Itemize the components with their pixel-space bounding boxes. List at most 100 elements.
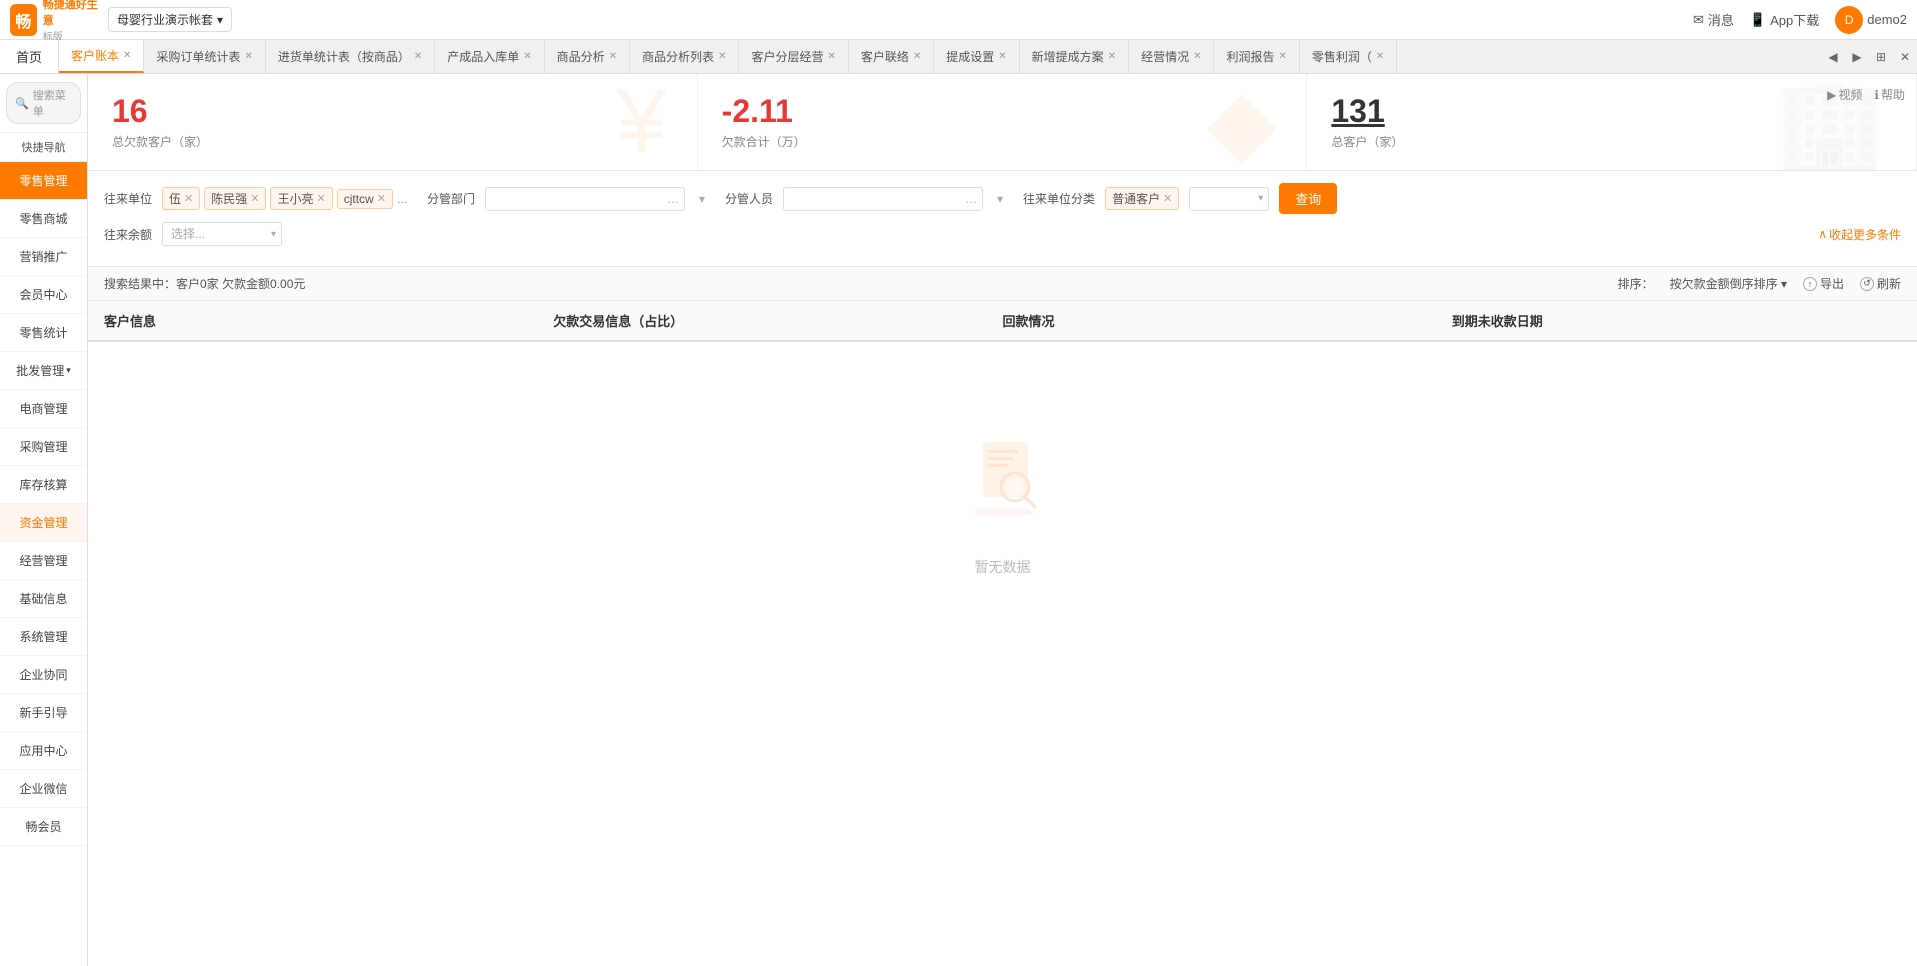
- person-dots-icon[interactable]: …: [965, 192, 977, 206]
- tab-close-icon[interactable]: ✕: [523, 51, 531, 62]
- tab-stock-stats[interactable]: 进货单统计表（按商品） ✕: [266, 40, 435, 73]
- tag-close-icon[interactable]: ✕: [184, 192, 193, 205]
- tab-nav-close-all[interactable]: ✕: [1893, 40, 1917, 74]
- sidebar-item-enterprise[interactable]: 企业协同: [0, 656, 87, 694]
- filter-tag-wang[interactable]: 王小亮 ✕: [270, 187, 332, 210]
- sidebar-item-enterprise-wechat[interactable]: 企业微信: [0, 770, 87, 808]
- dept-label: 分管部门: [427, 190, 475, 207]
- tab-close-icon[interactable]: ✕: [1193, 51, 1201, 62]
- export-button[interactable]: ↑ 导出: [1803, 275, 1844, 292]
- tab-nav-right[interactable]: ▶: [1845, 40, 1869, 74]
- tab-purchase-order-stats[interactable]: 采购订单统计表 ✕: [144, 40, 265, 73]
- tab-customer-contact[interactable]: 客户联络 ✕: [849, 40, 934, 73]
- sidebar-search: 🔍 搜索菜单: [0, 74, 87, 133]
- filter-more-tags[interactable]: ...: [397, 192, 407, 206]
- collapse-button[interactable]: ∧ 收起更多条件: [1818, 226, 1901, 243]
- tab-product-analysis[interactable]: 商品分析 ✕: [545, 40, 630, 73]
- sidebar-quick-nav[interactable]: 快捷导航: [0, 133, 87, 162]
- tag-close-unit-type-icon[interactable]: ✕: [1163, 192, 1172, 205]
- tab-nav-expand[interactable]: ⊞: [1869, 40, 1893, 74]
- empty-illustration: [953, 422, 1053, 541]
- tab-profit-report[interactable]: 利润报告 ✕: [1214, 40, 1299, 73]
- tab-customer-ledger[interactable]: 客户账本 ✕: [59, 40, 144, 73]
- tab-close-icon[interactable]: ✕: [827, 51, 835, 62]
- sidebar-item-app-center[interactable]: 应用中心: [0, 732, 87, 770]
- filter-tag-wu[interactable]: 伍 ✕: [162, 187, 200, 210]
- tab-retail-profit[interactable]: 零售利润（ ✕: [1300, 40, 1397, 73]
- sort-select[interactable]: 按欠款金额倒序排序 ▾: [1670, 275, 1787, 292]
- tab-product-analysis-list[interactable]: 商品分析列表 ✕: [630, 40, 739, 73]
- sidebar-item-retail-management[interactable]: 零售管理: [0, 162, 87, 200]
- logo-icon: 畅: [10, 4, 37, 36]
- tab-close-icon[interactable]: ✕: [123, 50, 131, 61]
- sidebar-search-button[interactable]: 🔍 搜索菜单: [6, 82, 81, 124]
- tab-commission-settings[interactable]: 提成设置 ✕: [934, 40, 1019, 73]
- sidebar-item-chang-member[interactable]: 畅会员: [0, 808, 87, 846]
- dept-dots-icon[interactable]: …: [667, 192, 679, 206]
- stat-total-customers: 🏢 131 总客户（家）: [1307, 74, 1917, 170]
- stat-total-customers-label: 总客户（家）: [1331, 133, 1403, 150]
- tab-close-icon[interactable]: ✕: [244, 51, 252, 62]
- sidebar-item-new-guide[interactable]: 新手引导: [0, 694, 87, 732]
- video-button[interactable]: ▶ 视频: [1827, 86, 1862, 103]
- sidebar-item-purchase[interactable]: 采购管理: [0, 428, 87, 466]
- tab-close-icon[interactable]: ✕: [998, 51, 1006, 62]
- sidebar-item-member-center[interactable]: 会员中心: [0, 276, 87, 314]
- help-button[interactable]: ℹ 帮助: [1874, 86, 1905, 103]
- sidebar-item-operations[interactable]: 经营管理: [0, 542, 87, 580]
- dept-input[interactable]: [485, 187, 685, 211]
- empty-svg: [953, 422, 1053, 522]
- empty-text: 暂无数据: [975, 557, 1031, 577]
- tab-close-icon[interactable]: ✕: [1108, 51, 1116, 62]
- tab-close-icon[interactable]: ✕: [609, 51, 617, 62]
- filter-tag-cjttcw[interactable]: cjttcw ✕: [337, 189, 393, 209]
- message-button[interactable]: ✉ 消息: [1693, 10, 1734, 29]
- sidebar-item-inventory[interactable]: 库存核算: [0, 466, 87, 504]
- balance-select-wrap: 选择... ▾: [162, 222, 282, 246]
- filter-tags: 伍 ✕ 陈民强 ✕ 王小亮 ✕ cjttcw ✕ ...: [162, 187, 407, 210]
- tab-nav-left[interactable]: ◀: [1821, 40, 1845, 74]
- sidebar-item-marketing[interactable]: 营销推广: [0, 238, 87, 276]
- top-right: ✉ 消息 📱 App下载 D demo2: [1693, 6, 1907, 34]
- tab-close-icon[interactable]: ✕: [718, 51, 726, 62]
- sidebar-item-system[interactable]: 系统管理: [0, 618, 87, 656]
- filter-area: 往来单位 伍 ✕ 陈民强 ✕ 王小亮 ✕ cjttcw: [88, 171, 1917, 267]
- stat-debit-total-value: -2.11: [722, 94, 793, 129]
- refresh-button[interactable]: ↺ 刷新: [1860, 275, 1901, 292]
- tab-close-icon[interactable]: ✕: [1279, 51, 1287, 62]
- stats-top-right: ▶ 视频 ℹ 帮助: [1827, 86, 1905, 103]
- tab-customer-tier[interactable]: 客户分层经营 ✕: [739, 40, 848, 73]
- unit-type-select[interactable]: [1189, 187, 1269, 211]
- tab-operations[interactable]: 经营情况 ✕: [1129, 40, 1214, 73]
- query-button[interactable]: 查询: [1279, 183, 1337, 214]
- tag-close-icon[interactable]: ✕: [317, 192, 326, 205]
- filter-tag-normal-customer[interactable]: 普通客户 ✕: [1105, 187, 1179, 210]
- balance-select[interactable]: 选择...: [162, 222, 282, 246]
- tab-add-commission[interactable]: 新增提成方案 ✕: [1020, 40, 1129, 73]
- sidebar-item-wholesale[interactable]: 批发管理 ▾: [0, 352, 87, 390]
- tag-close-icon[interactable]: ✕: [250, 192, 259, 205]
- message-icon: ✉: [1693, 12, 1704, 28]
- tab-close-icon[interactable]: ✕: [414, 51, 422, 62]
- stat-debit-customers-label: 总欠款客户（家）: [112, 133, 208, 150]
- sidebar-item-ecommerce[interactable]: 电商管理: [0, 390, 87, 428]
- sidebar-item-retail-stats[interactable]: 零售统计: [0, 314, 87, 352]
- sidebar-item-basic-info[interactable]: 基础信息: [0, 580, 87, 618]
- sidebar-item-finance[interactable]: 资金管理: [0, 504, 87, 542]
- tab-close-icon[interactable]: ✕: [913, 51, 921, 62]
- person-input[interactable]: [783, 187, 983, 211]
- unit-label: 往来单位: [104, 190, 152, 207]
- tab-produced-stock[interactable]: 产成品入库单 ✕: [435, 40, 544, 73]
- sidebar-item-retail-mall[interactable]: 零售商城: [0, 200, 87, 238]
- user-menu[interactable]: D demo2: [1835, 6, 1907, 34]
- chevron-down-icon: ▾: [217, 13, 223, 27]
- filter-tag-chen[interactable]: 陈民强 ✕: [204, 187, 266, 210]
- collapse-area: ∧ 收起更多条件: [1818, 226, 1901, 243]
- logo-area: 畅 畅捷通好生意 标版: [10, 0, 98, 43]
- app-download-button[interactable]: 📱 App下载: [1750, 10, 1819, 29]
- table-header-customer-info: 客户信息: [104, 311, 553, 330]
- tab-close-icon[interactable]: ✕: [1376, 51, 1384, 62]
- tab-home[interactable]: 首页: [0, 40, 59, 73]
- tag-close-icon[interactable]: ✕: [377, 192, 386, 205]
- industry-selector[interactable]: 母婴行业演示帐套 ▾: [108, 7, 232, 32]
